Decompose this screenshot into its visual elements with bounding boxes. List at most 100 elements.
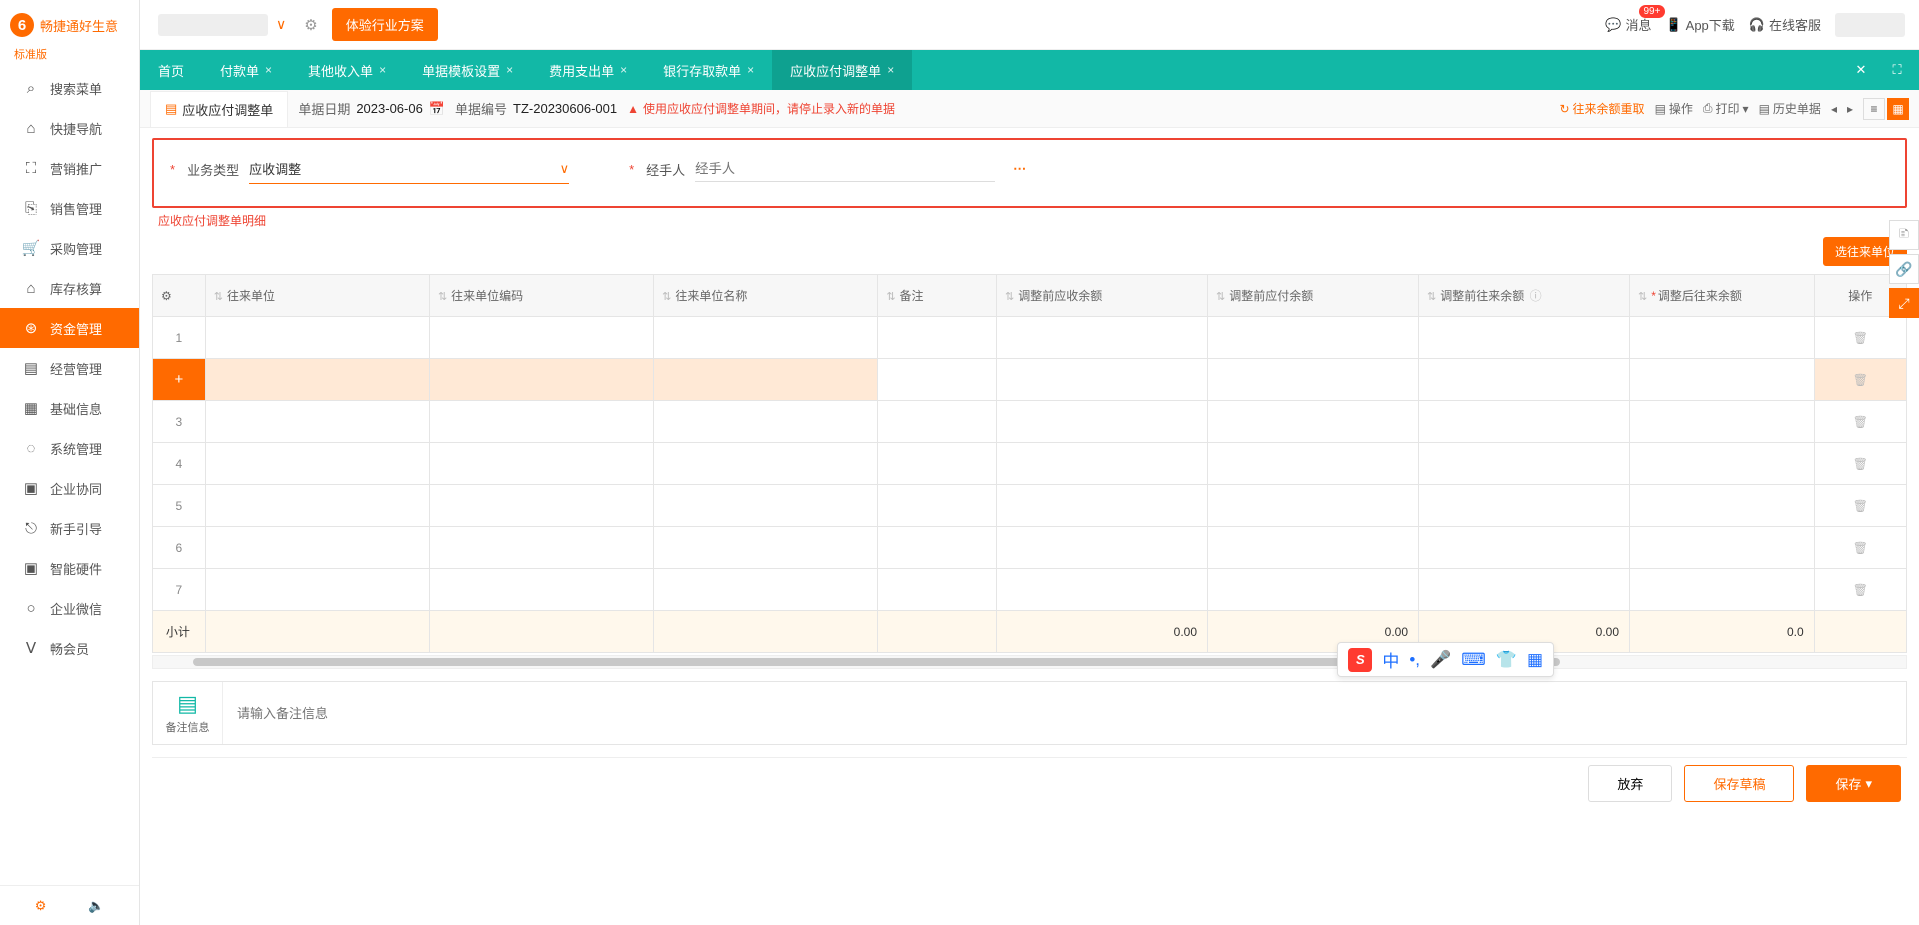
col-header-3[interactable]: 备注: [878, 275, 997, 317]
print-dropdown[interactable]: ⎙打印 ▾: [1703, 100, 1749, 117]
table-row[interactable]: 6🗑: [153, 527, 1907, 569]
tab-close-icon[interactable]: ×: [379, 63, 386, 77]
calendar-icon[interactable]: 📅: [429, 101, 445, 117]
handler-input[interactable]: [695, 156, 995, 182]
notes-input[interactable]: [223, 706, 1906, 721]
settings-icon[interactable]: ⚙: [35, 898, 47, 914]
cell[interactable]: [654, 569, 878, 611]
cell[interactable]: [1630, 443, 1815, 485]
messages-link[interactable]: 💬 消息 99+: [1605, 15, 1651, 34]
gear-icon[interactable]: ⚙: [304, 16, 317, 34]
sidebar-item-6[interactable]: ⊛资金管理: [0, 308, 139, 348]
col-header-1[interactable]: 往来单位编码: [429, 275, 653, 317]
history-link[interactable]: ▤历史单据: [1759, 100, 1821, 117]
doc-date-value[interactable]: 2023-06-06: [356, 101, 423, 116]
sidebar-item-9[interactable]: ◌系统管理: [0, 428, 139, 468]
experience-button[interactable]: 体验行业方案: [332, 8, 438, 41]
cell[interactable]: [997, 317, 1208, 359]
discard-button[interactable]: 放弃: [1588, 765, 1672, 802]
cell[interactable]: [1208, 569, 1419, 611]
app-download-link[interactable]: 📱 App下载: [1665, 15, 1734, 34]
cell[interactable]: [1419, 443, 1630, 485]
cell[interactable]: [205, 569, 429, 611]
tab-2[interactable]: 其他收入单×: [290, 50, 404, 90]
cell[interactable]: [429, 443, 653, 485]
next-doc-icon[interactable]: ▸: [1847, 102, 1853, 116]
tab-close-icon[interactable]: ×: [506, 63, 513, 77]
cell[interactable]: [1630, 401, 1815, 443]
cell[interactable]: [997, 359, 1208, 401]
cell[interactable]: [429, 569, 653, 611]
row-delete[interactable]: 🗑: [1814, 317, 1906, 359]
cell[interactable]: [654, 401, 878, 443]
cell[interactable]: [878, 401, 997, 443]
cell[interactable]: [878, 485, 997, 527]
sidebar-item-10[interactable]: ▣企业协同: [0, 468, 139, 508]
sidebar-item-1[interactable]: ⌂快捷导航: [0, 108, 139, 148]
sidebar-item-3[interactable]: ⎘销售管理: [0, 188, 139, 228]
prev-doc-icon[interactable]: ◂: [1831, 102, 1837, 116]
cell[interactable]: [1419, 485, 1630, 527]
table-row[interactable]: 7🗑: [153, 569, 1907, 611]
column-settings-icon[interactable]: ⚙: [153, 275, 206, 317]
sidebar-item-2[interactable]: ⛶营销推广: [0, 148, 139, 188]
cell[interactable]: [205, 527, 429, 569]
cell[interactable]: [1208, 317, 1419, 359]
cell[interactable]: [997, 401, 1208, 443]
row-delete[interactable]: 🗑: [1814, 527, 1906, 569]
view-list-icon[interactable]: ≡: [1863, 98, 1885, 120]
col-header-4[interactable]: 调整前应收余额: [997, 275, 1208, 317]
sidebar-item-13[interactable]: ○企业微信: [0, 588, 139, 628]
cell[interactable]: [205, 359, 429, 401]
save-draft-button[interactable]: 保存草稿: [1684, 765, 1794, 802]
org-dropdown-icon[interactable]: ∨: [276, 16, 286, 33]
rebalance-link[interactable]: ↻往来余额重取: [1559, 100, 1644, 117]
sound-icon[interactable]: 🔈: [88, 898, 104, 914]
ime-keyboard-icon[interactable]: ⌨: [1461, 650, 1486, 670]
cell[interactable]: [654, 443, 878, 485]
sidebar-item-8[interactable]: ▦基础信息: [0, 388, 139, 428]
cell[interactable]: [997, 569, 1208, 611]
col-header-6[interactable]: 调整前往来余额 ⓘ: [1419, 275, 1630, 317]
row-delete[interactable]: 🗑: [1814, 401, 1906, 443]
handler-lookup-icon[interactable]: ⋯: [1013, 161, 1028, 177]
note-tool-icon[interactable]: 🗈: [1889, 220, 1919, 250]
cell[interactable]: [997, 485, 1208, 527]
ime-grid-icon[interactable]: ▦: [1527, 650, 1543, 670]
tab-1[interactable]: 付款单×: [202, 50, 290, 90]
cell[interactable]: [654, 527, 878, 569]
row-delete[interactable]: 🗑: [1814, 569, 1906, 611]
link-tool-icon[interactable]: 🔗: [1889, 254, 1919, 284]
cell[interactable]: [654, 359, 878, 401]
table-row[interactable]: 3🗑: [153, 401, 1907, 443]
sidebar-item-11[interactable]: ⎋新手引导: [0, 508, 139, 548]
cell[interactable]: [205, 485, 429, 527]
ime-punct-icon[interactable]: •,: [1409, 650, 1420, 670]
table-row[interactable]: 1🗑: [153, 317, 1907, 359]
ime-shirt-icon[interactable]: 👕: [1496, 650, 1517, 670]
cell[interactable]: [1419, 401, 1630, 443]
document-tab[interactable]: ▤ 应收应付调整单: [150, 91, 288, 127]
cell[interactable]: [1419, 527, 1630, 569]
cell[interactable]: [1208, 443, 1419, 485]
cell[interactable]: [878, 527, 997, 569]
row-delete[interactable]: 🗑: [1814, 359, 1906, 401]
col-header-5[interactable]: 调整前应付余额: [1208, 275, 1419, 317]
cell[interactable]: [1419, 569, 1630, 611]
tab-5[interactable]: 银行存取款单×: [645, 50, 772, 90]
ime-mic-icon[interactable]: 🎤: [1430, 650, 1451, 670]
ime-toolbar[interactable]: S 中 •, 🎤 ⌨ 👕 ▦: [1337, 642, 1554, 677]
tab-4[interactable]: 费用支出单×: [531, 50, 645, 90]
cell[interactable]: [205, 317, 429, 359]
cell[interactable]: [205, 401, 429, 443]
cell[interactable]: [997, 527, 1208, 569]
cell[interactable]: [1208, 359, 1419, 401]
operate-dropdown[interactable]: ▤操作: [1655, 100, 1693, 117]
view-grid-icon[interactable]: ▦: [1887, 98, 1909, 120]
cell[interactable]: [1630, 527, 1815, 569]
cell[interactable]: [429, 485, 653, 527]
online-service-link[interactable]: 🎧 在线客服: [1749, 15, 1821, 34]
close-all-tabs-icon[interactable]: ✕: [1847, 56, 1875, 84]
cell[interactable]: [1419, 317, 1630, 359]
expand-tool-icon[interactable]: ⤢: [1889, 288, 1919, 318]
